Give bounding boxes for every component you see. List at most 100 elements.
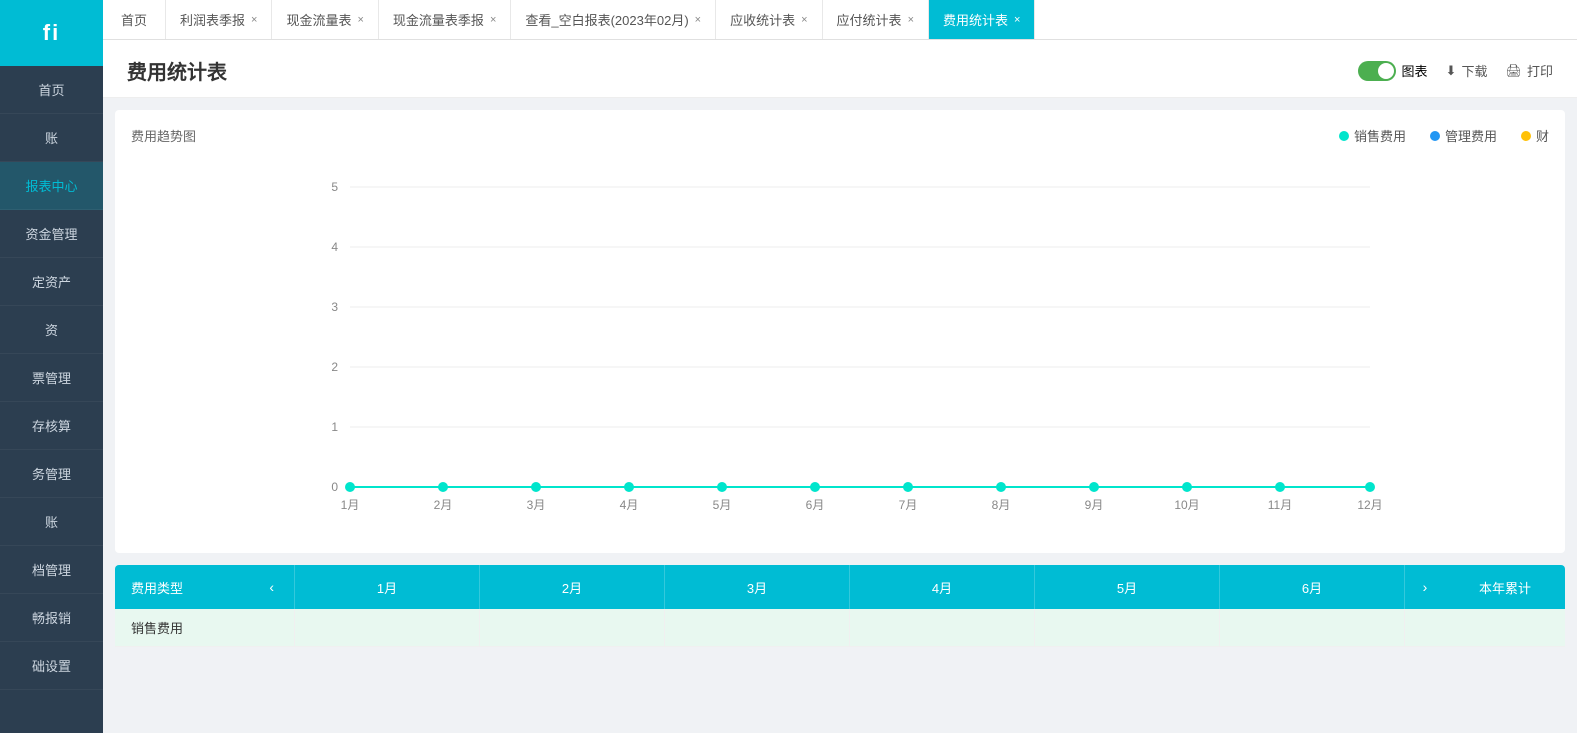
tab-bar: 首页 利润表季报 × 现金流量表 × 现金流量表季报 × 查看_空白报表(202… xyxy=(103,0,1577,40)
svg-text:2月: 2月 xyxy=(434,498,453,512)
svg-text:1: 1 xyxy=(331,420,338,434)
table-header-row: 费用类型 ‹ 1月 2月 3月 4月 5月 6月 › 本年累计 xyxy=(115,565,1565,609)
page-title: 费用统计表 xyxy=(127,56,227,85)
chart-title: 费用趋势图 xyxy=(131,126,196,145)
tab-cashflow-close[interactable]: × xyxy=(357,14,363,26)
th-month-6: 6月 xyxy=(1220,565,1405,609)
td-month-2 xyxy=(480,609,665,646)
td-nav-space xyxy=(1405,609,1445,646)
chart-toggle-label: 图表 xyxy=(1402,61,1428,80)
svg-text:4: 4 xyxy=(331,240,338,254)
svg-text:5: 5 xyxy=(331,180,338,194)
tab-expense-stat-label: 费用统计表 xyxy=(943,10,1008,29)
tab-home[interactable]: 首页 xyxy=(103,0,166,39)
td-month-6 xyxy=(1220,609,1405,646)
legend-finance: 财 xyxy=(1521,126,1549,145)
sidebar-item-inventory[interactable]: 存核算 xyxy=(0,402,103,450)
tab-cashflow[interactable]: 现金流量表 × xyxy=(272,0,378,39)
td-month-3 xyxy=(665,609,850,646)
sidebar-item-home[interactable]: 首页 xyxy=(0,66,103,114)
table-section: 费用类型 ‹ 1月 2月 3月 4月 5月 6月 › 本年累计 销售费用 xyxy=(115,565,1565,647)
th-month-3: 3月 xyxy=(665,565,850,609)
svg-text:1月: 1月 xyxy=(341,498,360,512)
table-next-button[interactable]: › xyxy=(1419,579,1432,595)
download-label: 下载 xyxy=(1461,61,1487,80)
table-row: 销售费用 xyxy=(115,609,1565,647)
svg-text:2: 2 xyxy=(331,360,338,374)
td-month-5 xyxy=(1035,609,1220,646)
sidebar-item-archives[interactable]: 档管理 xyxy=(0,546,103,594)
tab-blank-close[interactable]: × xyxy=(695,14,701,26)
table-prev-button[interactable]: ‹ xyxy=(265,579,278,595)
legend-sales: 销售费用 xyxy=(1339,126,1406,145)
tab-payable-stat-label: 应付统计表 xyxy=(837,10,902,29)
sidebar-item-ledger[interactable]: 账 xyxy=(0,114,103,162)
table-body: 销售费用 xyxy=(115,609,1565,647)
tab-receivable-stat[interactable]: 应收统计表 × xyxy=(716,0,822,39)
td-type: 销售费用 xyxy=(115,609,295,646)
svg-text:7月: 7月 xyxy=(899,498,918,512)
print-label: 打印 xyxy=(1527,61,1553,80)
download-icon: ⬇ xyxy=(1446,63,1457,79)
tab-receivable-stat-close[interactable]: × xyxy=(801,14,807,26)
print-icon: 🖨 xyxy=(1505,63,1522,79)
svg-text:8月: 8月 xyxy=(992,498,1011,512)
tab-payable-stat-close[interactable]: × xyxy=(908,14,914,26)
tab-payable-stat[interactable]: 应付统计表 × xyxy=(823,0,929,39)
tab-cashflow-q-close[interactable]: × xyxy=(490,14,496,26)
th-type: 费用类型 ‹ xyxy=(115,565,295,609)
tab-receivable-stat-label: 应收统计表 xyxy=(730,10,795,29)
tab-expense-stat-close[interactable]: × xyxy=(1014,14,1020,26)
tab-home-label: 首页 xyxy=(121,10,147,29)
tab-blank[interactable]: 查看_空白报表(2023年02月) × xyxy=(511,0,716,39)
chart-container: 0 1 2 3 4 5 1月 2月 3月 4月 5月 6月 7月 8月 9 xyxy=(131,157,1549,537)
chart-toggle[interactable] xyxy=(1358,61,1396,81)
td-month-4 xyxy=(850,609,1035,646)
svg-text:3: 3 xyxy=(331,300,338,314)
svg-text:6月: 6月 xyxy=(806,498,825,512)
svg-text:4月: 4月 xyxy=(620,498,639,512)
svg-text:0: 0 xyxy=(331,480,338,494)
svg-text:11月: 11月 xyxy=(1268,498,1292,512)
svg-text:10月: 10月 xyxy=(1174,498,1199,512)
chart-toggle-wrap[interactable]: 图表 xyxy=(1358,61,1428,81)
legend-admin: 管理费用 xyxy=(1430,126,1497,145)
tab-cashflow-q-label: 现金流量表季报 xyxy=(393,10,484,29)
tab-cashflow-label: 现金流量表 xyxy=(286,10,351,29)
main-area: 首页 利润表季报 × 现金流量表 × 现金流量表季报 × 查看_空白报表(202… xyxy=(103,0,1577,733)
th-month-5: 5月 xyxy=(1035,565,1220,609)
th-month-2: 2月 xyxy=(480,565,665,609)
th-month-4: 4月 xyxy=(850,565,1035,609)
sidebar-item-services[interactable]: 务管理 xyxy=(0,450,103,498)
legend-dot-sales xyxy=(1339,131,1349,141)
legend-admin-label: 管理费用 xyxy=(1445,126,1497,145)
download-button[interactable]: ⬇ 下载 xyxy=(1446,61,1488,80)
content-area: 费用统计表 图表 ⬇ 下载 🖨 打印 费用趋势图 xyxy=(103,40,1577,733)
tab-profit[interactable]: 利润表季报 × xyxy=(166,0,272,39)
sidebar-item-invoices[interactable]: 票管理 xyxy=(0,354,103,402)
sidebar-item-sales[interactable]: 畅报销 xyxy=(0,594,103,642)
td-month-1 xyxy=(295,609,480,646)
sidebar-item-reports[interactable]: 报表中心 xyxy=(0,162,103,210)
header-actions: 图表 ⬇ 下载 🖨 打印 xyxy=(1358,61,1553,81)
legend-sales-label: 销售费用 xyxy=(1354,126,1406,145)
legend-dot-admin xyxy=(1430,131,1440,141)
th-type-label: 费用类型 xyxy=(131,578,183,597)
tab-profit-label: 利润表季报 xyxy=(180,10,245,29)
th-year: 本年累计 xyxy=(1445,565,1565,609)
sidebar-item-receivable[interactable]: 账 xyxy=(0,498,103,546)
tab-blank-label: 查看_空白报表(2023年02月) xyxy=(525,10,688,29)
svg-text:12月: 12月 xyxy=(1357,498,1382,512)
th-month-1: 1月 xyxy=(295,565,480,609)
tab-expense-stat[interactable]: 费用统计表 × xyxy=(929,0,1035,39)
sidebar-item-resources[interactable]: 资 xyxy=(0,306,103,354)
print-button[interactable]: 🖨 打印 xyxy=(1505,61,1553,80)
td-year xyxy=(1445,609,1565,646)
tab-cashflow-q[interactable]: 现金流量表季报 × xyxy=(379,0,511,39)
sidebar-item-funds[interactable]: 资金管理 xyxy=(0,210,103,258)
app-logo: fi xyxy=(0,0,103,66)
svg-text:9月: 9月 xyxy=(1085,498,1104,512)
tab-profit-close[interactable]: × xyxy=(251,14,257,26)
sidebar-item-settings[interactable]: 础设置 xyxy=(0,642,103,690)
sidebar-item-assets[interactable]: 定资产 xyxy=(0,258,103,306)
